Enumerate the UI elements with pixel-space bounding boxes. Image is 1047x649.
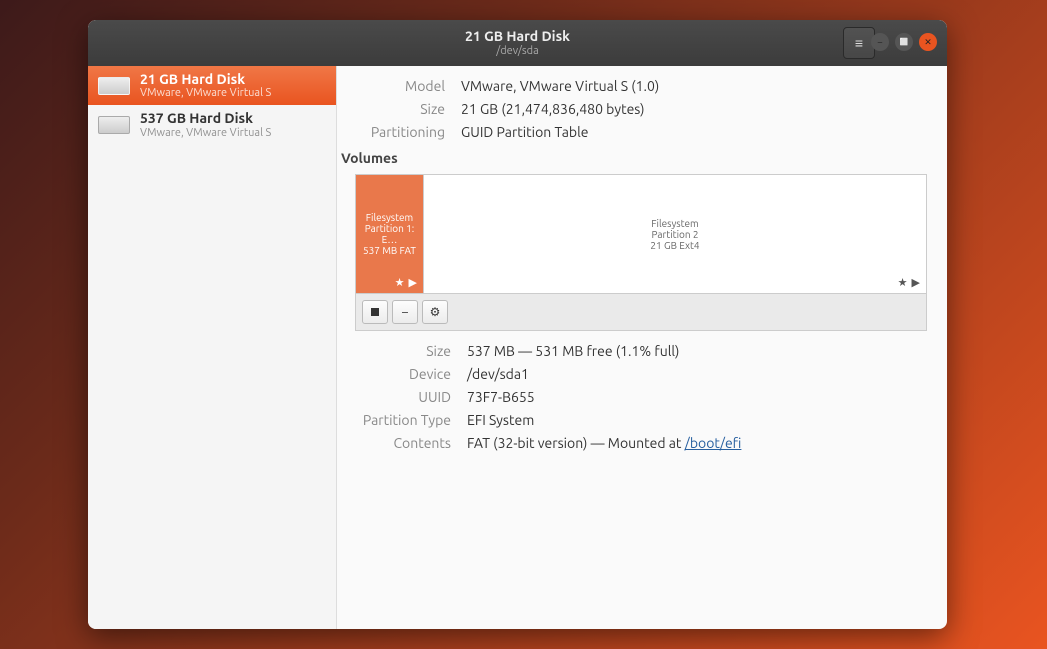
vol-indicators: ★ ▶ bbox=[395, 276, 417, 289]
maximize-button[interactable]: ⬜ bbox=[895, 33, 913, 51]
play-icon: ▶ bbox=[409, 276, 417, 289]
disk-list-item[interactable]: 537 GB Hard Disk VMware, VMware Virtual … bbox=[88, 105, 336, 144]
disk-list-sidebar: 21 GB Hard Disk VMware, VMware Virtual S… bbox=[88, 66, 337, 629]
contents-text: FAT (32-bit version) — Mounted at bbox=[467, 435, 685, 451]
row-size: Size 21 GB (21,474,836,480 bytes) bbox=[337, 101, 927, 117]
window-controls: – ⬜ ✕ bbox=[871, 33, 937, 51]
row-pcontents: Contents FAT (32-bit version) — Mounted … bbox=[337, 435, 927, 451]
row-puuid: UUID 73F7-B655 bbox=[337, 389, 927, 405]
vol-indicators: ★ ▶ bbox=[898, 276, 920, 289]
label-partitioning: Partitioning bbox=[337, 124, 445, 140]
star-icon: ★ bbox=[898, 276, 908, 289]
value-model: VMware, VMware Virtual S (1.0) bbox=[461, 78, 659, 94]
value-psize: 537 MB — 531 MB free (1.1% full) bbox=[467, 343, 679, 359]
disk-text: 21 GB Hard Disk VMware, VMware Virtual S bbox=[140, 72, 271, 99]
label-pcontents: Contents bbox=[337, 435, 451, 451]
row-partitioning: Partitioning GUID Partition Table bbox=[337, 124, 927, 140]
value-size: 21 GB (21,474,836,480 bytes) bbox=[461, 101, 645, 117]
titlebar: 21 GB Hard Disk /dev/sda ≡ – ⬜ ✕ bbox=[88, 20, 947, 66]
play-icon: ▶ bbox=[912, 276, 920, 289]
minimize-button[interactable]: – bbox=[871, 33, 889, 51]
minus-icon: – bbox=[402, 306, 408, 319]
disk-title: 21 GB Hard Disk bbox=[140, 72, 271, 87]
titlebar-center: 21 GB Hard Disk /dev/sda bbox=[465, 29, 570, 56]
vol-line: 537 MB FAT bbox=[363, 245, 416, 256]
delete-partition-button[interactable]: – bbox=[392, 300, 418, 324]
row-model: Model VMware, VMware Virtual S (1.0) bbox=[337, 78, 927, 94]
disks-window: 21 GB Hard Disk /dev/sda ≡ – ⬜ ✕ 21 GB H… bbox=[88, 20, 947, 629]
volume-toolbar: – ⚙ bbox=[355, 294, 927, 331]
label-size: Size bbox=[337, 101, 445, 117]
stop-icon bbox=[371, 308, 379, 316]
volume-strip: Filesystem Partition 1: E… 537 MB FAT ★ … bbox=[355, 174, 927, 294]
vol-line: 21 GB Ext4 bbox=[650, 240, 699, 251]
window-title: 21 GB Hard Disk bbox=[465, 29, 570, 44]
content: 21 GB Hard Disk VMware, VMware Virtual S… bbox=[88, 66, 947, 629]
mount-point-link[interactable]: /boot/efi bbox=[685, 435, 742, 451]
disk-title: 537 GB Hard Disk bbox=[140, 111, 271, 126]
label-puuid: UUID bbox=[337, 389, 451, 405]
label-psize: Size bbox=[337, 343, 451, 359]
disk-sub: VMware, VMware Virtual S bbox=[140, 127, 271, 139]
volume-partition-2[interactable]: Filesystem Partition 2 21 GB Ext4 ★ ▶ bbox=[424, 175, 926, 293]
value-ptype: EFI System bbox=[467, 412, 534, 428]
window-subtitle: /dev/sda bbox=[465, 45, 570, 57]
row-pdevice: Device /dev/sda1 bbox=[337, 366, 927, 382]
label-pdevice: Device bbox=[337, 366, 451, 382]
row-ptype: Partition Type EFI System bbox=[337, 412, 927, 428]
close-button[interactable]: ✕ bbox=[919, 33, 937, 51]
volume-partition-1[interactable]: Filesystem Partition 1: E… 537 MB FAT ★ … bbox=[356, 175, 424, 293]
star-icon: ★ bbox=[395, 276, 405, 289]
value-pdevice: /dev/sda1 bbox=[467, 366, 529, 382]
value-puuid: 73F7-B655 bbox=[467, 389, 535, 405]
minimize-icon: – bbox=[878, 37, 882, 47]
label-ptype: Partition Type bbox=[337, 412, 451, 428]
vol-line: Partition 1: E… bbox=[360, 223, 419, 245]
hamburger-icon: ≡ bbox=[855, 35, 863, 51]
vol-line: Filesystem bbox=[651, 218, 698, 229]
unmount-button[interactable] bbox=[362, 300, 388, 324]
vol-line: Partition 2 bbox=[651, 229, 698, 240]
value-pcontents: FAT (32-bit version) — Mounted at /boot/… bbox=[467, 435, 741, 451]
partition-details: Size 537 MB — 531 MB free (1.1% full) De… bbox=[337, 343, 927, 451]
hard-disk-icon bbox=[98, 77, 130, 95]
row-psize: Size 537 MB — 531 MB free (1.1% full) bbox=[337, 343, 927, 359]
gear-icon: ⚙ bbox=[430, 305, 441, 319]
disk-sub: VMware, VMware Virtual S bbox=[140, 87, 271, 99]
label-model: Model bbox=[337, 78, 445, 94]
vol-line: Filesystem bbox=[366, 212, 413, 223]
main-pane: Model VMware, VMware Virtual S (1.0) Siz… bbox=[337, 66, 947, 629]
volumes-heading: Volumes bbox=[341, 150, 927, 166]
hard-disk-icon bbox=[98, 116, 130, 134]
partition-options-button[interactable]: ⚙ bbox=[422, 300, 448, 324]
disk-list-item[interactable]: 21 GB Hard Disk VMware, VMware Virtual S bbox=[88, 66, 336, 105]
close-icon: ✕ bbox=[924, 37, 932, 48]
disk-text: 537 GB Hard Disk VMware, VMware Virtual … bbox=[140, 111, 271, 138]
maximize-icon: ⬜ bbox=[900, 38, 909, 46]
value-partitioning: GUID Partition Table bbox=[461, 124, 588, 140]
